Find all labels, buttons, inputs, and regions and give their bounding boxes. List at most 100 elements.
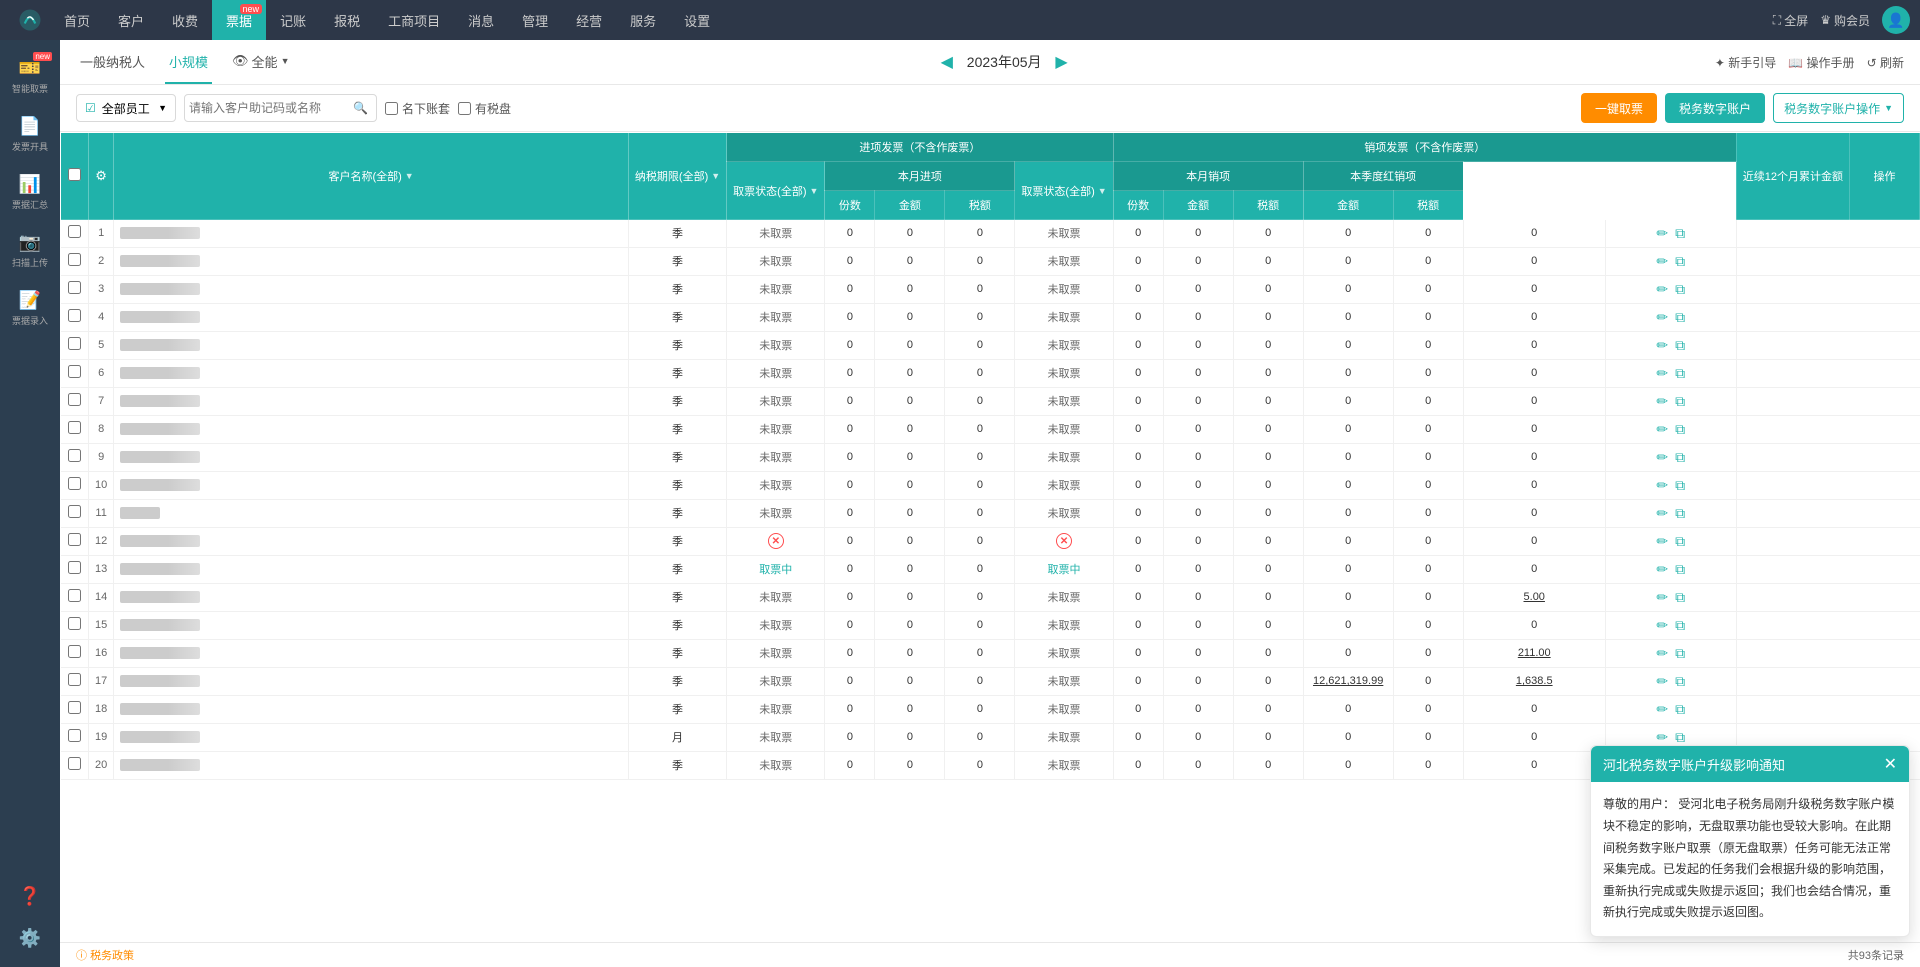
row-checkbox[interactable] bbox=[68, 533, 81, 546]
copy-icon[interactable]: ⧉ bbox=[1675, 729, 1685, 745]
policy-link[interactable]: ⓘ 税务政策 bbox=[76, 947, 134, 963]
copy-icon[interactable]: ⧉ bbox=[1675, 337, 1685, 353]
copy-icon[interactable]: ⧉ bbox=[1675, 421, 1685, 437]
copy-icon[interactable]: ⧉ bbox=[1675, 561, 1685, 577]
copy-icon[interactable]: ⧉ bbox=[1675, 253, 1685, 269]
copy-icon[interactable]: ⧉ bbox=[1675, 365, 1685, 381]
edit-icon[interactable]: ✏ bbox=[1656, 533, 1668, 549]
manual-button[interactable]: 📖 操作手册 bbox=[1788, 54, 1854, 71]
copy-icon[interactable]: ⧉ bbox=[1675, 477, 1685, 493]
row-checkbox[interactable] bbox=[68, 505, 81, 518]
nav-home[interactable]: 首页 bbox=[50, 0, 104, 40]
row-checkbox[interactable] bbox=[68, 337, 81, 350]
period-next-button[interactable]: ▶ bbox=[1050, 50, 1074, 74]
period-prev-button[interactable]: ◀ bbox=[935, 50, 959, 74]
nav-manage[interactable]: 管理 bbox=[508, 0, 562, 40]
one-key-fetch-button[interactable]: 一键取票 bbox=[1581, 93, 1657, 123]
copy-icon[interactable]: ⧉ bbox=[1675, 533, 1685, 549]
row-checkbox[interactable] bbox=[68, 365, 81, 378]
copy-icon[interactable]: ⧉ bbox=[1675, 309, 1685, 325]
row-checkbox[interactable] bbox=[68, 729, 81, 742]
notification-close-button[interactable]: ✕ bbox=[1884, 754, 1897, 774]
edit-icon[interactable]: ✏ bbox=[1656, 589, 1668, 605]
tax-digital-account-ops-button[interactable]: 税务数字账户操作 ▼ bbox=[1773, 93, 1904, 123]
nav-service[interactable]: 服务 bbox=[616, 0, 670, 40]
vip-button[interactable]: ♛ 购会员 bbox=[1820, 12, 1870, 29]
edit-icon[interactable]: ✏ bbox=[1656, 281, 1668, 297]
search-input[interactable] bbox=[189, 101, 349, 115]
sidebar-item-config[interactable]: ⚙️ bbox=[4, 920, 56, 957]
edit-icon[interactable]: ✏ bbox=[1656, 365, 1668, 381]
edit-icon[interactable]: ✏ bbox=[1656, 505, 1668, 521]
copy-icon[interactable]: ⧉ bbox=[1675, 617, 1685, 633]
new-guide-button[interactable]: ✦ 新手引导 bbox=[1715, 54, 1776, 71]
filter-out-status[interactable]: ▼ bbox=[1098, 186, 1107, 196]
copy-icon[interactable]: ⧉ bbox=[1675, 281, 1685, 297]
row-checkbox[interactable] bbox=[68, 757, 81, 770]
nav-message[interactable]: 消息 bbox=[454, 0, 508, 40]
checkbox-down-account[interactable]: 名下账套 bbox=[385, 100, 450, 117]
sidebar-item-entry[interactable]: 📝 票据录入 bbox=[4, 282, 56, 335]
edit-icon[interactable]: ✏ bbox=[1656, 729, 1668, 745]
edit-icon[interactable]: ✏ bbox=[1656, 645, 1668, 661]
row-checkbox[interactable] bbox=[68, 645, 81, 658]
nav-operation[interactable]: 经营 bbox=[562, 0, 616, 40]
nav-accounting[interactable]: 记账 bbox=[266, 0, 320, 40]
nav-settings[interactable]: 设置 bbox=[670, 0, 724, 40]
row-checkbox[interactable] bbox=[68, 673, 81, 686]
sidebar-item-invoice-open[interactable]: 📄 发票开具 bbox=[4, 108, 56, 161]
search-icon[interactable]: 🔍 bbox=[349, 101, 372, 115]
row-checkbox[interactable] bbox=[68, 701, 81, 714]
edit-icon[interactable]: ✏ bbox=[1656, 421, 1668, 437]
fullscreen-button[interactable]: ⛶ 全屏 bbox=[1773, 12, 1808, 29]
copy-icon[interactable]: ⧉ bbox=[1675, 449, 1685, 465]
edit-icon[interactable]: ✏ bbox=[1656, 393, 1668, 409]
edit-icon[interactable]: ✏ bbox=[1656, 701, 1668, 717]
down-account-checkbox[interactable] bbox=[385, 102, 398, 115]
row-checkbox[interactable] bbox=[68, 309, 81, 322]
edit-icon[interactable]: ✏ bbox=[1656, 673, 1668, 689]
row-checkbox[interactable] bbox=[68, 561, 81, 574]
nav-tax[interactable]: 报税 bbox=[320, 0, 374, 40]
filter-icon-period[interactable]: ▼ bbox=[711, 171, 720, 181]
tab-small-scale[interactable]: 小规模 bbox=[165, 40, 212, 84]
filter-icon[interactable]: ▼ bbox=[405, 171, 414, 181]
sidebar-item-scan[interactable]: 📷 扫描上传 bbox=[4, 224, 56, 277]
copy-icon[interactable]: ⧉ bbox=[1675, 225, 1685, 241]
nav-invoice[interactable]: 票据 new bbox=[212, 0, 266, 40]
copy-icon[interactable]: ⧉ bbox=[1675, 589, 1685, 605]
copy-icon[interactable]: ⧉ bbox=[1675, 701, 1685, 717]
user-avatar[interactable]: 👤 bbox=[1882, 6, 1910, 34]
edit-icon[interactable]: ✏ bbox=[1656, 617, 1668, 633]
select-all-checkbox[interactable] bbox=[68, 168, 81, 181]
edit-icon[interactable]: ✏ bbox=[1656, 477, 1668, 493]
employee-select[interactable]: ☑ 全部员工 ▼ bbox=[76, 94, 176, 122]
row-checkbox[interactable] bbox=[68, 449, 81, 462]
checkbox-has-tax[interactable]: 有税盘 bbox=[458, 100, 511, 117]
tab-full[interactable]: 👁 全能 ▼ bbox=[228, 40, 293, 84]
nav-client[interactable]: 客户 bbox=[104, 0, 158, 40]
nav-fee[interactable]: 收费 bbox=[158, 0, 212, 40]
refresh-button[interactable]: ↺ 刷新 bbox=[1867, 54, 1904, 71]
filter-in-status[interactable]: ▼ bbox=[810, 186, 819, 196]
row-checkbox[interactable] bbox=[68, 253, 81, 266]
has-tax-checkbox[interactable] bbox=[458, 102, 471, 115]
copy-icon[interactable]: ⧉ bbox=[1675, 393, 1685, 409]
sidebar-item-summary[interactable]: 📊 票据汇总 bbox=[4, 166, 56, 219]
row-checkbox[interactable] bbox=[68, 393, 81, 406]
edit-icon[interactable]: ✏ bbox=[1656, 337, 1668, 353]
tax-digital-account-button[interactable]: 税务数字账户 bbox=[1665, 93, 1765, 123]
row-checkbox[interactable] bbox=[68, 281, 81, 294]
edit-icon[interactable]: ✏ bbox=[1656, 561, 1668, 577]
copy-icon[interactable]: ⧉ bbox=[1675, 505, 1685, 521]
row-checkbox[interactable] bbox=[68, 421, 81, 434]
edit-icon[interactable]: ✏ bbox=[1656, 309, 1668, 325]
nav-business[interactable]: 工商项目 bbox=[374, 0, 454, 40]
row-checkbox[interactable] bbox=[68, 225, 81, 238]
tab-general-taxpayer[interactable]: 一般纳税人 bbox=[76, 40, 149, 84]
row-checkbox[interactable] bbox=[68, 477, 81, 490]
sidebar-item-smart-fetch[interactable]: new 🎫 智能取票 bbox=[4, 50, 56, 103]
row-checkbox[interactable] bbox=[68, 617, 81, 630]
copy-icon[interactable]: ⧉ bbox=[1675, 645, 1685, 661]
table-settings-icon[interactable]: ⚙ bbox=[95, 168, 107, 183]
